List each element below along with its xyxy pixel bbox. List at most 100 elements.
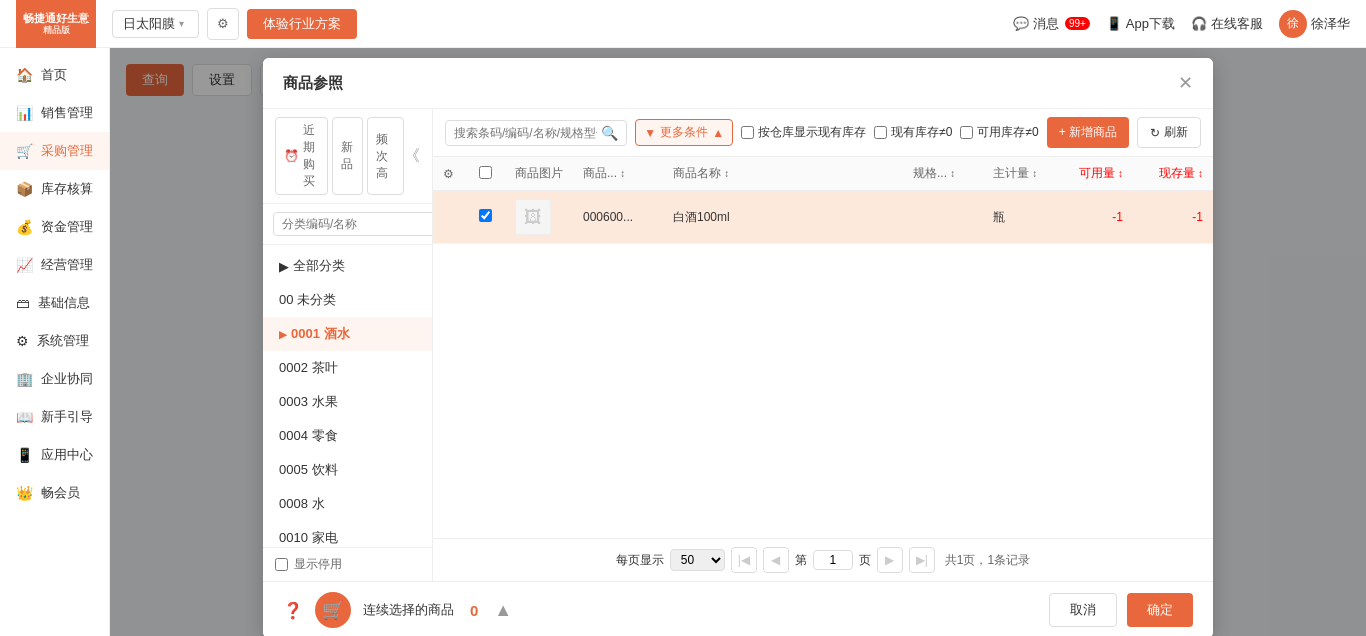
- sidebar-item-finance[interactable]: 💰 资金管理: [0, 208, 109, 246]
- cat-item-0002[interactable]: 0002 茶叶: [263, 351, 432, 385]
- more-filters-button[interactable]: ▼ 更多条件 ▲: [635, 119, 733, 146]
- table-row[interactable]: 🖼 000600... 白酒100ml: [433, 191, 1213, 244]
- col-unit-header[interactable]: 主计量: [983, 157, 1053, 191]
- main-layout: 🏠 首页 📊 销售管理 🛒 采购管理 📦 库存核算 💰 资金管理 📈 经营管理 …: [0, 48, 1366, 636]
- sidebar-item-newbie[interactable]: 📖 新手引导: [0, 398, 109, 436]
- col-code-header[interactable]: 商品...: [573, 157, 663, 191]
- col-stock-header[interactable]: 现存量: [1133, 157, 1213, 191]
- row-checkbox[interactable]: [479, 209, 492, 222]
- product-reference-modal: 商品参照 ✕ ⏰ 近期购买: [263, 58, 1213, 636]
- last-page-button[interactable]: ▶|: [909, 547, 935, 573]
- brand-logo: 畅捷通好生意 精品版: [16, 0, 96, 48]
- has-avail-filter-checkbox[interactable]: [960, 126, 973, 139]
- home-icon: 🏠: [16, 67, 33, 83]
- sidebar-item-system[interactable]: ⚙ 系统管理: [0, 322, 109, 360]
- per-page-label: 每页显示: [616, 552, 664, 569]
- warehouse-filter-label: 按仓库显示现有库存: [741, 124, 866, 141]
- prev-page-button[interactable]: ◀: [763, 547, 789, 573]
- cat-item-0005[interactable]: 0005 饮料: [263, 453, 432, 487]
- cart-label: 连续选择的商品: [363, 601, 454, 619]
- first-page-button[interactable]: |◀: [731, 547, 757, 573]
- trial-button[interactable]: 体验行业方案: [247, 9, 357, 39]
- sidebar-label-system: 系统管理: [37, 332, 89, 350]
- message-button[interactable]: 💬 消息 99+: [1013, 15, 1090, 33]
- username-label: 徐泽华: [1311, 15, 1350, 33]
- help-icon[interactable]: ❓: [283, 601, 303, 620]
- cancel-button[interactable]: 取消: [1049, 593, 1117, 627]
- sidebar-item-basic[interactable]: 🗃 基础信息: [0, 284, 109, 322]
- cat-tab-new[interactable]: 新品: [332, 117, 363, 195]
- filter-icon: ▼: [644, 126, 656, 140]
- row-check-cell: [469, 191, 505, 244]
- cat-tab-recent-label: 近期购买: [303, 122, 319, 190]
- cat-item-0001[interactable]: ▶ 0001 酒水: [263, 317, 432, 351]
- next-page-button[interactable]: ▶: [877, 547, 903, 573]
- sidebar-label-inventory: 库存核算: [41, 180, 93, 198]
- user-profile-button[interactable]: 徐 徐泽华: [1279, 10, 1350, 38]
- basic-icon: 🗃: [16, 295, 30, 311]
- modal-close-button[interactable]: ✕: [1178, 72, 1193, 94]
- has-stock-filter-label: 现有库存≠0: [874, 124, 952, 141]
- cat-item-0003[interactable]: 0003 水果: [263, 385, 432, 419]
- modal-body: ⏰ 近期购买 新品 频次高 《: [263, 109, 1213, 581]
- sidebar-item-sales[interactable]: 📊 销售管理: [0, 94, 109, 132]
- table-toolbar: 🔍 ▼ 更多条件 ▲ 按仓库显示现有库存: [433, 109, 1213, 157]
- col-name-header[interactable]: 商品名称: [663, 157, 903, 191]
- col-avail-header[interactable]: 可用量: [1053, 157, 1133, 191]
- per-page-select[interactable]: 50 100 200: [670, 549, 725, 571]
- sidebar-item-purchase[interactable]: 🛒 采购管理: [0, 132, 109, 170]
- footer-actions: 取消 确定: [1049, 593, 1193, 627]
- modal-title: 商品参照: [283, 74, 343, 93]
- sidebar: 🏠 首页 📊 销售管理 🛒 采购管理 📦 库存核算 💰 资金管理 📈 经营管理 …: [0, 48, 110, 636]
- brand-name: 畅捷通好生意: [23, 11, 89, 25]
- cat-tabs: ⏰ 近期购买 新品 频次高: [275, 117, 404, 195]
- confirm-button[interactable]: 确定: [1127, 593, 1193, 627]
- cat-item-0001-label: 0001 酒水: [291, 325, 350, 343]
- sidebar-item-member[interactable]: 👑 畅会员: [0, 474, 109, 512]
- select-all-checkbox[interactable]: [479, 166, 492, 179]
- cat-item-00-label: 00 未分类: [279, 291, 336, 309]
- store-selector[interactable]: 日太阳膜 ▾: [112, 10, 199, 38]
- show-disabled-checkbox[interactable]: [275, 558, 288, 571]
- cat-item-all-label: 全部分类: [293, 257, 345, 275]
- refresh-icon: ↻: [1150, 126, 1160, 140]
- col-spec-header[interactable]: 规格...: [903, 157, 983, 191]
- settings-button[interactable]: ⚙: [207, 8, 239, 40]
- refresh-button[interactable]: ↻ 刷新: [1137, 117, 1201, 148]
- cat-tab-frequent[interactable]: 频次高: [367, 117, 404, 195]
- cat-search-input[interactable]: [273, 212, 433, 236]
- cat-item-00[interactable]: 00 未分类: [263, 283, 432, 317]
- add-product-button[interactable]: + 新增商品: [1047, 117, 1129, 148]
- category-list: ▶ 全部分类 00 未分类 ▶ 0001 酒水 0002 茶: [263, 245, 432, 547]
- cat-item-0008[interactable]: 0008 水: [263, 487, 432, 521]
- cat-item-0004[interactable]: 0004 零食: [263, 419, 432, 453]
- cart-button[interactable]: 🛒: [315, 592, 351, 628]
- cat-item-all[interactable]: ▶ 全部分类: [263, 249, 432, 283]
- content-area: 查询 设置 刷新 商品参照 ✕: [110, 48, 1366, 636]
- sidebar-item-home[interactable]: 🏠 首页: [0, 56, 109, 94]
- cat-item-0010[interactable]: 0010 家电: [263, 521, 432, 547]
- sidebar-item-inventory[interactable]: 📦 库存核算: [0, 170, 109, 208]
- page-total-info: 共1页，1条记录: [945, 552, 1030, 569]
- online-service-button[interactable]: 🎧 在线客服: [1191, 15, 1263, 33]
- table-header: ⚙ 商品图片: [433, 157, 1213, 191]
- warehouse-filter-checkbox[interactable]: [741, 126, 754, 139]
- product-search-input[interactable]: [454, 126, 597, 140]
- search-icon[interactable]: 🔍: [601, 125, 618, 141]
- cat-collapse-button[interactable]: 《: [404, 146, 420, 167]
- filter-label: 更多条件: [660, 124, 708, 141]
- sidebar-label-sales: 销售管理: [41, 104, 93, 122]
- avatar: 徐: [1279, 10, 1307, 38]
- cat-item-0005-label: 0005 饮料: [279, 461, 338, 479]
- sidebar-item-operation[interactable]: 📈 经营管理: [0, 246, 109, 284]
- column-settings-icon[interactable]: ⚙: [443, 167, 454, 181]
- has-stock-filter-checkbox[interactable]: [874, 126, 887, 139]
- sidebar-item-enterprise[interactable]: 🏢 企业协同: [0, 360, 109, 398]
- sidebar-item-app[interactable]: 📱 应用中心: [0, 436, 109, 474]
- page-number-input[interactable]: [813, 550, 853, 570]
- product-image: 🖼: [515, 199, 551, 235]
- cat-tab-recent[interactable]: ⏰ 近期购买: [275, 117, 328, 195]
- chevron-down-icon: ▾: [179, 18, 184, 29]
- footer-collapse-button[interactable]: ▲: [494, 600, 512, 621]
- app-download-button[interactable]: 📱 App下载: [1106, 15, 1175, 33]
